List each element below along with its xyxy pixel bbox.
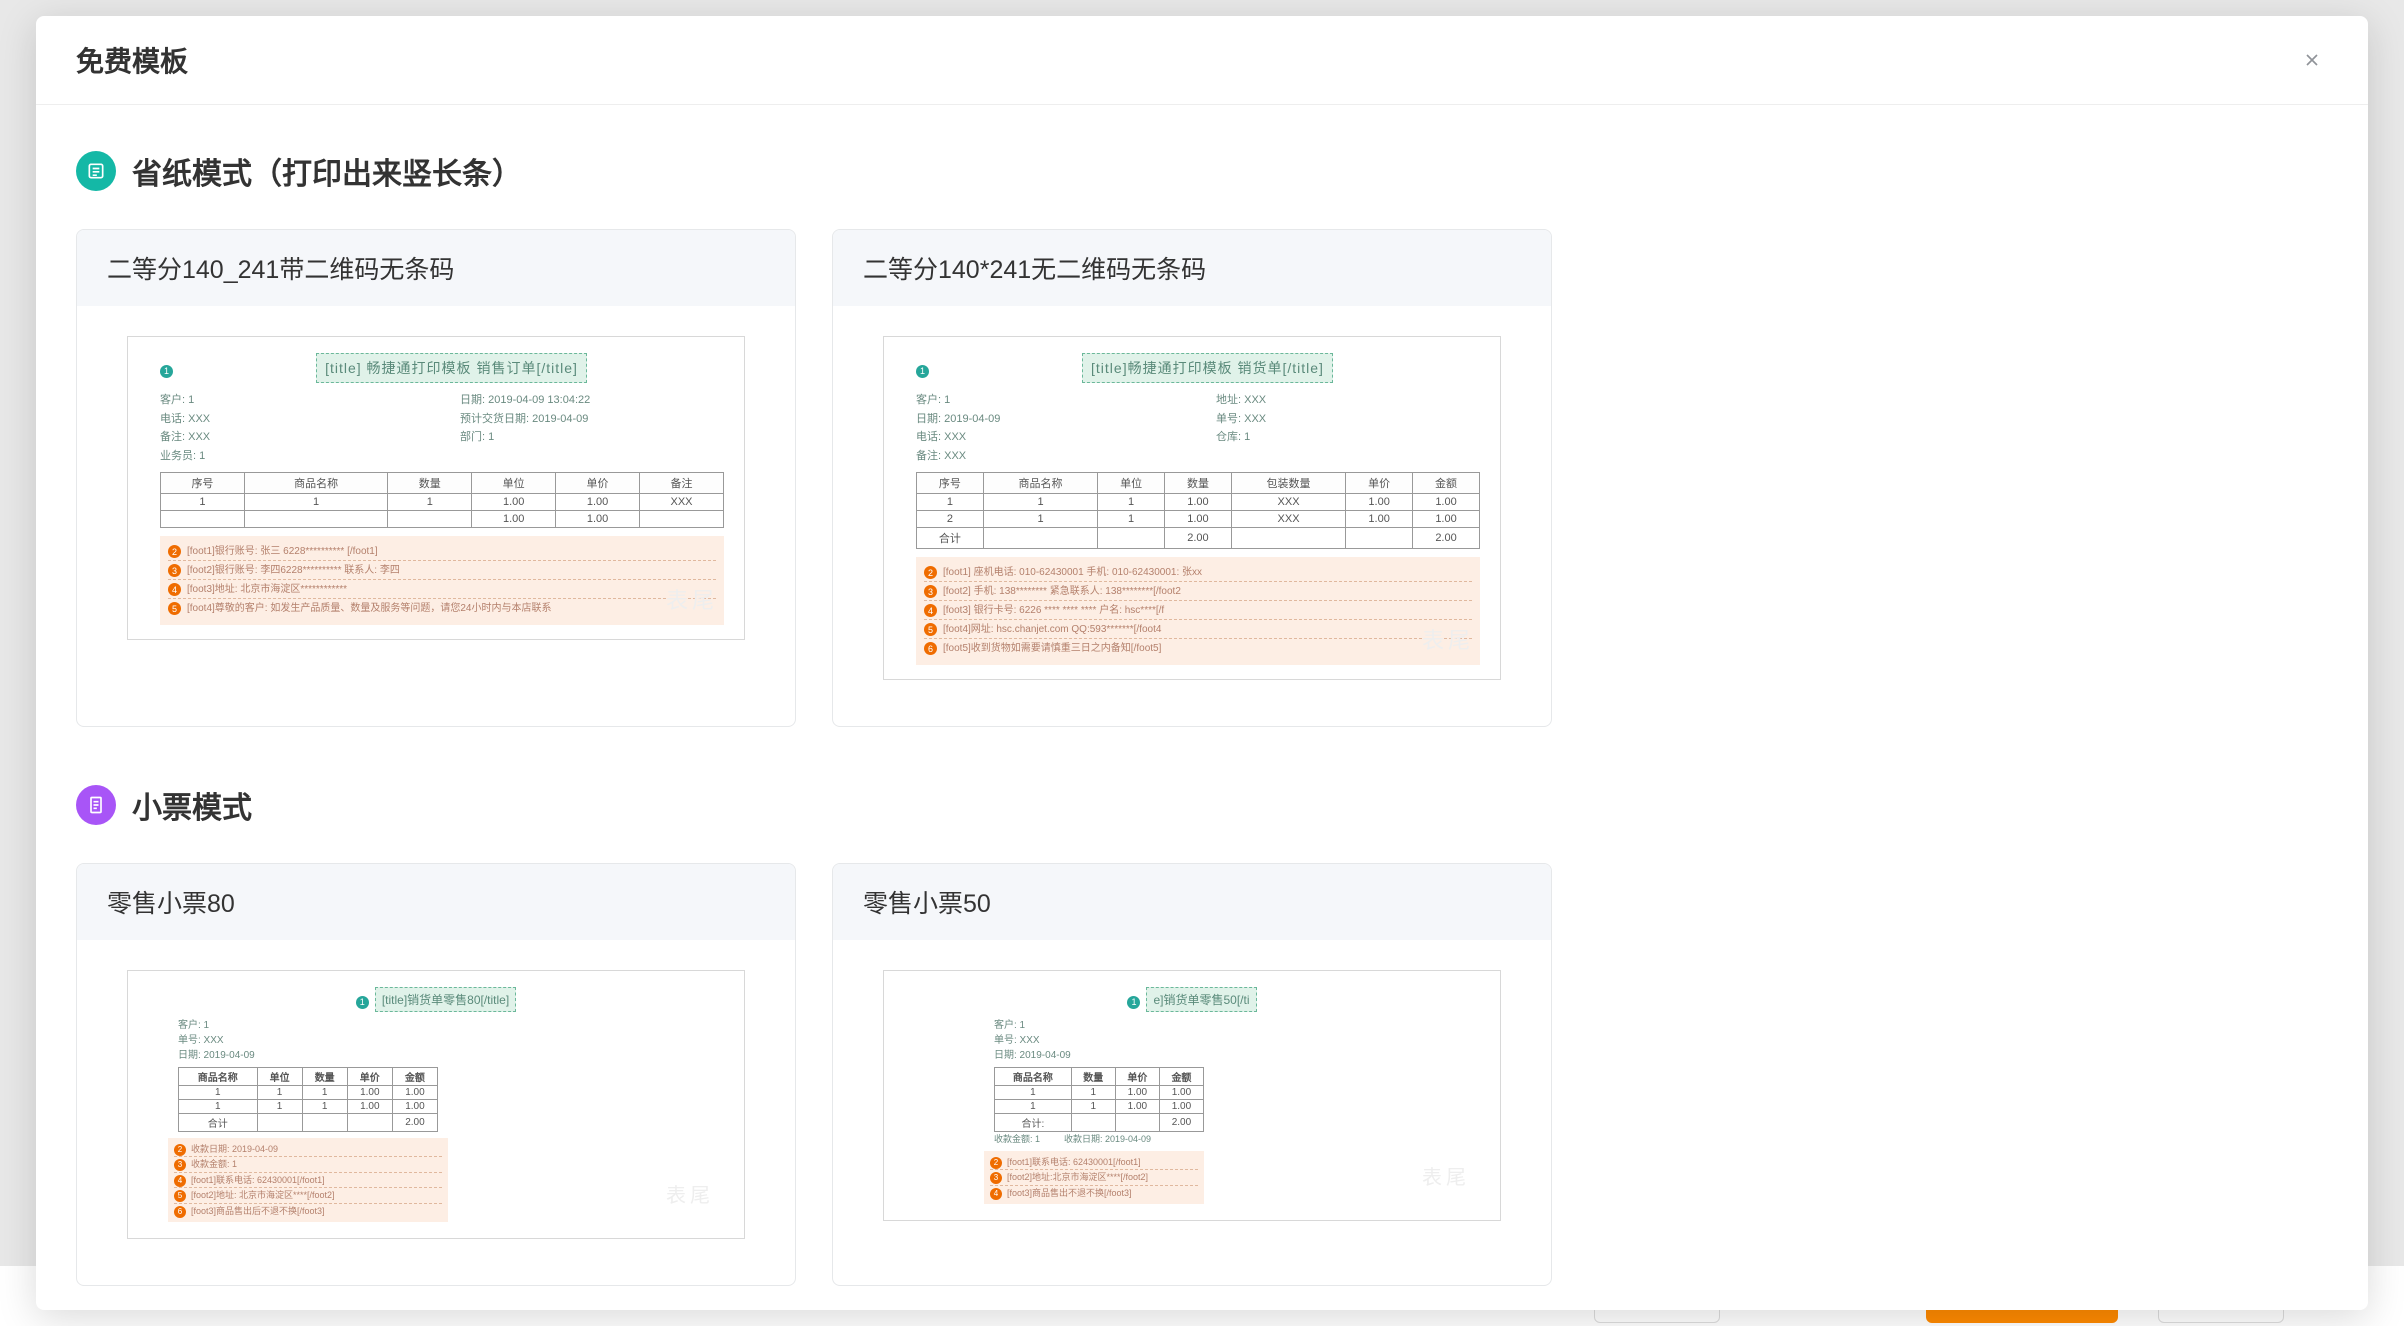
card-title: 二等分140*241无二维码无条码 [833, 230, 1551, 306]
template-card-140-241-noqr[interactable]: 二等分140*241无二维码无条码 1 [title]畅捷通打印模板 销货单[/… [832, 229, 1552, 727]
receipt-icon [76, 785, 116, 825]
close-icon [2302, 50, 2322, 70]
modal-body[interactable]: 省纸模式（打印出来竖长条） 二等分140_241带二维码无条码 1 [title… [36, 105, 2368, 1310]
close-button[interactable] [2296, 44, 2328, 76]
template-card-140-241-qr[interactable]: 二等分140_241带二维码无条码 1 [title] 畅捷通打印模板 销售订单… [76, 229, 796, 727]
card-title: 二等分140_241带二维码无条码 [77, 230, 795, 306]
section-receipt: 小票模式 [76, 783, 2328, 827]
section-title: 小票模式 [132, 783, 252, 827]
modal-title: 免费模板 [76, 40, 188, 80]
template-preview: 1 [title]畅捷通打印模板 销货单[/title] 客户: 1 日期: 2… [883, 336, 1501, 680]
template-preview: 1 e]销货单零售50[/ti 客户: 1 单号: XXX 日期: 2019-0… [883, 970, 1501, 1222]
template-preview: 1 [title] 畅捷通打印模板 销售订单[/title] 客户: 1 电话:… [127, 336, 745, 640]
list-icon [76, 151, 116, 191]
marker-icon: 1 [160, 365, 173, 378]
section-title: 省纸模式（打印出来竖长条） [132, 149, 522, 193]
template-card-receipt-80[interactable]: 零售小票80 1 [title]销货单零售80[/title] 客户: 1 单号… [76, 863, 796, 1287]
template-card-receipt-50[interactable]: 零售小票50 1 e]销货单零售50[/ti 客户: 1 单号: XXX 日期:… [832, 863, 1552, 1287]
card-title: 零售小票80 [77, 864, 795, 940]
modal-header: 免费模板 [36, 16, 2368, 105]
template-modal: 免费模板 省纸模式（打印出来竖长条） 二等分140_241带二维码无条码 1 [… [36, 16, 2368, 1310]
marker-icon: 1 [916, 365, 929, 378]
marker-icon: 1 [356, 996, 369, 1009]
card-title: 零售小票50 [833, 864, 1551, 940]
section-paper-saving: 省纸模式（打印出来竖长条） [76, 149, 2328, 193]
marker-icon: 1 [1127, 996, 1140, 1009]
template-preview: 1 [title]销货单零售80[/title] 客户: 1 单号: XXX 日… [127, 970, 745, 1240]
